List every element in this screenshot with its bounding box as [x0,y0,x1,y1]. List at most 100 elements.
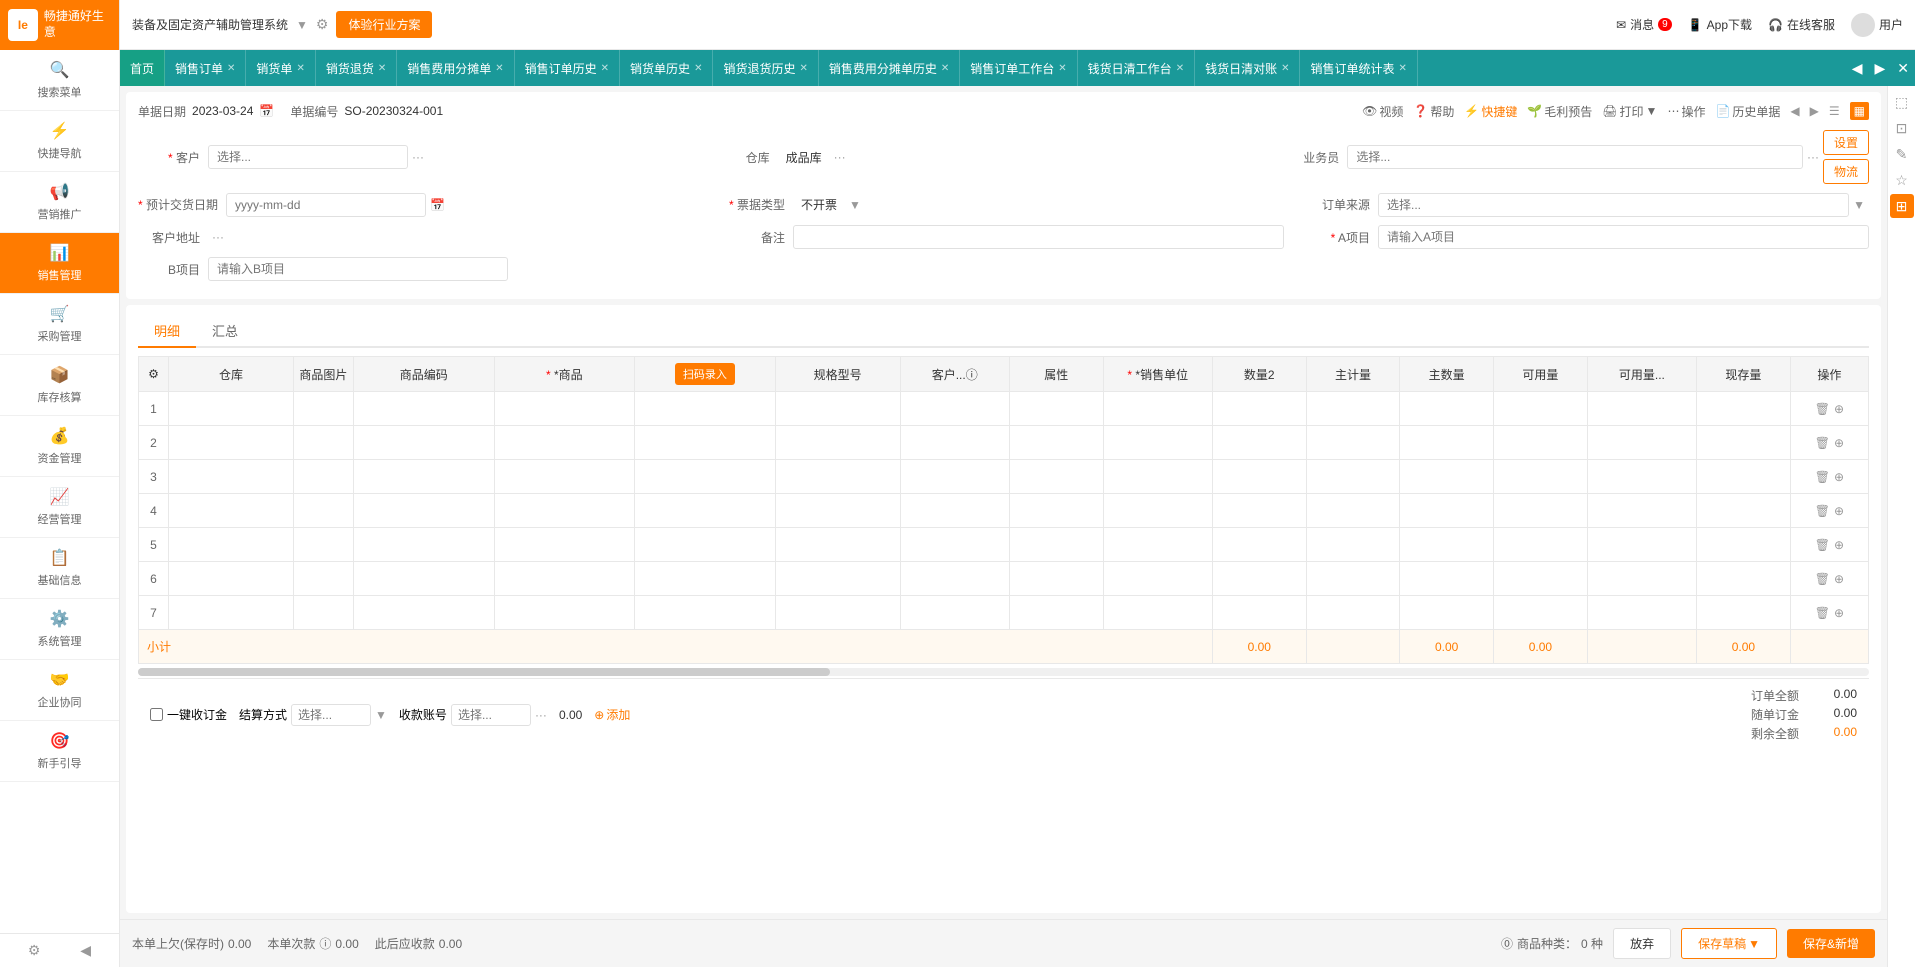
close-icon[interactable]: ✕ [1281,63,1289,74]
sidebar-item-inventory[interactable]: 📦 库存核算 [0,355,119,416]
draft-button[interactable]: 保存草稿 ▼ [1681,928,1777,959]
tab-detail[interactable]: 明细 [138,315,196,348]
address-dots-icon[interactable]: ··· [208,230,228,244]
settings-button[interactable]: 设置 [1823,130,1869,155]
user-menu[interactable]: 用户 [1851,13,1903,37]
view-action[interactable]: 👁 视频 [1362,103,1403,120]
close-icon[interactable]: ✕ [1399,63,1407,74]
copy-icon[interactable]: ⊕ [1834,504,1844,518]
close-icon[interactable]: ✕ [378,63,386,74]
tab-sales-fee-split[interactable]: 销售费用分摊单 ✕ [397,50,514,86]
copy-icon[interactable]: ⊕ [1834,470,1844,484]
delete-icon[interactable]: 🗑 [1815,606,1830,620]
tab-daily-reconcile[interactable]: 钱货日清对账 ✕ [1195,50,1300,86]
tab-sales-order[interactable]: 销售订单 ✕ [165,50,246,86]
grid-view-icon[interactable]: ▦ [1850,102,1869,120]
sidebar-collapse-icon[interactable]: ◀ [80,942,91,959]
save-button[interactable]: 保存&新增 [1787,929,1875,958]
tab-prev-icon[interactable]: ◀ [1846,60,1869,77]
panel-icon-5[interactable]: ⊞ [1890,194,1914,218]
panel-icon-3[interactable]: ✎ [1890,142,1914,166]
nav-prev-icon[interactable]: ◀ [1790,104,1799,118]
online-service-button[interactable]: 🎧 在线客服 [1768,16,1835,33]
payment-input[interactable] [291,704,371,726]
profit-action[interactable]: 🌱 毛利预告 [1527,103,1592,120]
tab-sales-return[interactable]: 销货退货 ✕ [316,50,397,86]
sidebar-item-guide[interactable]: 🎯 新手引导 [0,721,119,782]
calendar-icon[interactable]: 📅 [426,198,449,212]
shortcut-action[interactable]: ⚡ 快捷键 [1464,103,1517,120]
tab-home[interactable]: 首页 [120,50,165,86]
solution-button[interactable]: 体验行业方案 [336,11,432,38]
close-icon[interactable]: ✕ [941,63,949,74]
panel-icon-2[interactable]: ⊡ [1890,116,1914,140]
logistics-button[interactable]: 物流 [1823,159,1869,184]
close-icon[interactable]: ✕ [227,63,235,74]
discard-button[interactable]: 放弃 [1613,928,1671,959]
sidebar-item-system[interactable]: ⚙️ 系统管理 [0,599,119,660]
app-download-button[interactable]: 📱 App下载 [1688,16,1752,33]
copy-icon[interactable]: ⊕ [1834,402,1844,416]
a-project-input[interactable] [1378,225,1869,249]
help-action[interactable]: ❓ 帮助 [1413,103,1454,120]
tab-sales-stats[interactable]: 销售订单统计表 ✕ [1300,50,1417,86]
sidebar-settings-icon[interactable]: ⚙ [28,942,41,959]
sidebar-item-quicknav[interactable]: ⚡ 快捷导航 [0,111,119,172]
history-action[interactable]: 📄 历史单据 [1715,103,1780,120]
copy-icon[interactable]: ⊕ [1834,538,1844,552]
print-action[interactable]: 🖨 打印 ▼ [1602,103,1657,120]
payment-dropdown-icon[interactable]: ▼ [375,708,387,722]
sidebar-item-sales[interactable]: 📊 销售管理 [0,233,119,294]
add-link[interactable]: ⊕ 添加 [594,706,630,723]
remark-input[interactable] [793,225,1284,249]
close-icon[interactable]: ✕ [495,63,503,74]
tab-return-history[interactable]: 销货退货历史 ✕ [713,50,818,86]
settings-icon[interactable]: ⚙ [316,16,329,33]
tab-invoice-history[interactable]: 销货单历史 ✕ [620,50,713,86]
delivery-input[interactable] [226,193,426,217]
list-view-icon[interactable]: ☰ [1829,104,1840,118]
close-icon[interactable]: ✕ [694,63,702,74]
tab-more-icon[interactable]: ✕ [1891,60,1915,77]
sidebar-item-marketing[interactable]: 📢 营销推广 [0,172,119,233]
nav-next-icon[interactable]: ▶ [1810,104,1819,118]
dropdown-icon[interactable]: ▼ [1849,198,1869,212]
tab-next-icon[interactable]: ▶ [1868,60,1891,77]
delete-icon[interactable]: 🗑 [1815,436,1830,450]
horizontal-scrollbar[interactable] [138,668,1869,676]
one-click-check[interactable] [150,708,163,721]
dropdown-icon[interactable]: ▼ [845,198,865,212]
account-input[interactable] [451,704,531,726]
one-click-checkbox[interactable]: 一键收订金 [150,706,227,723]
copy-icon[interactable]: ⊕ [1834,436,1844,450]
sidebar-item-finance[interactable]: 💰 资金管理 [0,416,119,477]
scan-button[interactable]: 扫码录入 [675,363,735,385]
sidebar-item-operations[interactable]: 📈 经营管理 [0,477,119,538]
salesperson-dots-icon[interactable]: ··· [1803,150,1823,164]
close-icon[interactable]: ✕ [1176,63,1184,74]
tab-summary[interactable]: 汇总 [196,315,254,346]
tab-order-workbench[interactable]: 销售订单工作台 ✕ [960,50,1077,86]
b-project-input[interactable] [208,257,508,281]
salesperson-input[interactable] [1347,145,1803,169]
copy-icon[interactable]: ⊕ [1834,606,1844,620]
customer-dots-icon[interactable]: ··· [408,150,428,164]
sidebar-item-enterprise[interactable]: 🤝 企业协同 [0,660,119,721]
warehouse-dots-icon[interactable]: ··· [830,150,850,164]
panel-icon-4[interactable]: ☆ [1890,168,1914,192]
tab-sales-order-history[interactable]: 销售订单历史 ✕ [515,50,620,86]
delete-icon[interactable]: 🗑 [1815,402,1830,416]
panel-icon-1[interactable]: ⬚ [1890,90,1914,114]
tab-sales-invoice[interactable]: 销货单 ✕ [246,50,315,86]
tab-daily-clear-workbench[interactable]: 钱货日清工作台 ✕ [1078,50,1195,86]
close-icon[interactable]: ✕ [1058,63,1066,74]
tab-fee-history[interactable]: 销售费用分摊单历史 ✕ [819,50,960,86]
delete-icon[interactable]: 🗑 [1815,470,1830,484]
delete-icon[interactable]: 🗑 [1815,504,1830,518]
delete-icon[interactable]: 🗑 [1815,572,1830,586]
account-dots-icon[interactable]: ··· [535,708,547,722]
delete-icon[interactable]: 🗑 [1815,538,1830,552]
copy-icon[interactable]: ⊕ [1834,572,1844,586]
scrollbar-thumb[interactable] [138,668,830,676]
close-icon[interactable]: ✕ [799,63,807,74]
